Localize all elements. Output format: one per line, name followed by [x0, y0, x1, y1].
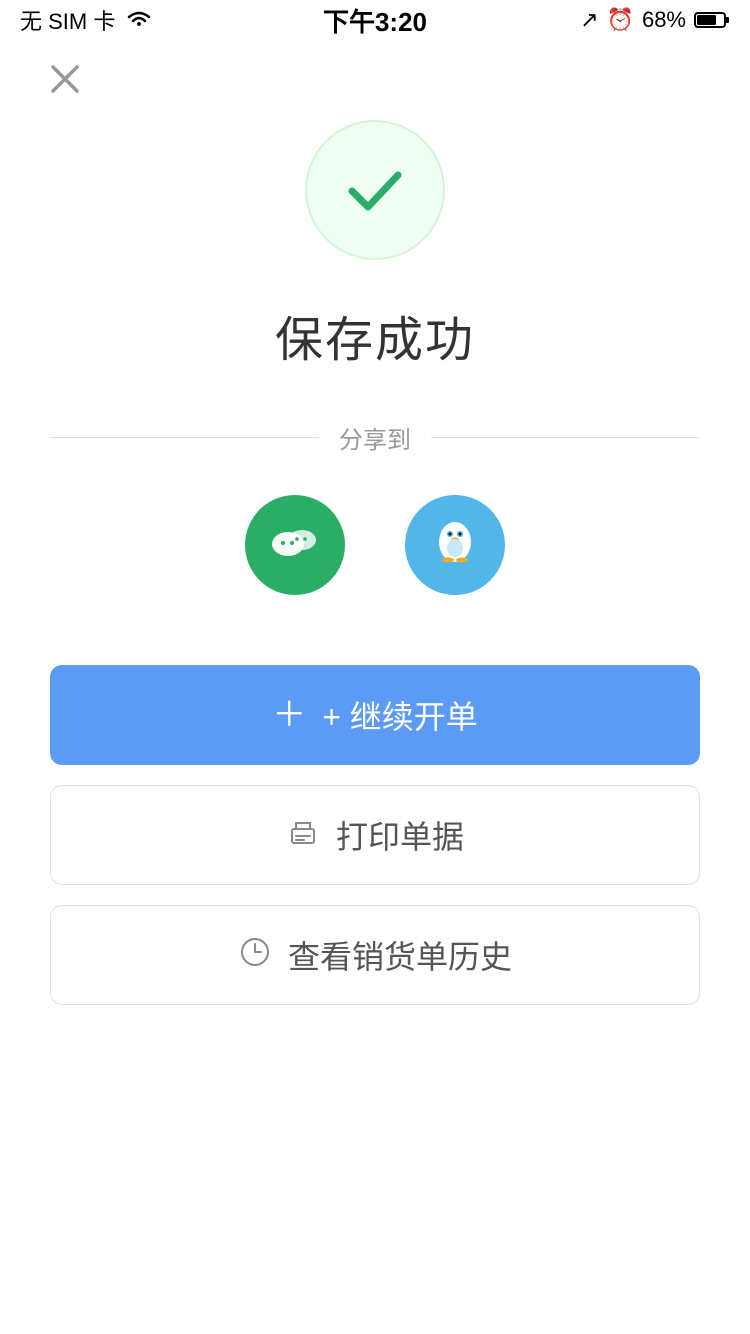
status-left: 无 SIM 卡 — [20, 4, 153, 36]
status-right: ↗ ⏰ 68% — [580, 7, 730, 33]
print-icon — [286, 815, 320, 855]
success-title: 保存成功 — [275, 300, 475, 370]
share-label: 分享到 — [339, 420, 411, 455]
divider-row: 分享到 — [50, 420, 700, 455]
wechat-share-button[interactable] — [245, 495, 345, 595]
battery-label: 68% — [642, 7, 686, 33]
battery-icon — [694, 11, 730, 29]
status-bar: 无 SIM 卡 下午3:20 ↗ ⏰ 68% — [0, 0, 750, 40]
share-icons — [50, 495, 700, 595]
alarm-icon: ⏰ — [607, 7, 634, 33]
status-time: 下午3:20 — [323, 2, 427, 39]
wechat-icon — [266, 516, 324, 574]
print-label: 打印单据 — [336, 812, 464, 858]
print-button[interactable]: 打印单据 — [50, 785, 700, 885]
history-button[interactable]: 查看销货单历史 — [50, 905, 700, 1005]
close-button[interactable] — [40, 54, 90, 104]
printer-svg — [286, 815, 320, 849]
plus-icon: ＋ — [272, 698, 306, 732]
divider-right — [431, 437, 700, 438]
no-sim-label: 无 SIM 卡 — [20, 4, 115, 36]
success-circle — [305, 120, 445, 260]
qq-share-button[interactable] — [405, 495, 505, 595]
close-icon — [47, 61, 83, 97]
qq-icon — [426, 514, 484, 576]
action-buttons: ＋ + 继续开单 打印单据 查看销货单 — [0, 635, 750, 1005]
history-icon — [238, 935, 272, 975]
direction-icon: ↗ — [580, 7, 598, 33]
checkmark-icon — [340, 155, 410, 225]
clock-svg — [238, 935, 272, 969]
continue-label: + 继续开单 — [322, 692, 478, 738]
wifi-icon — [125, 10, 153, 30]
main-content: 保存成功 分享到 — [0, 40, 750, 1005]
share-section: 分享到 — [0, 420, 750, 595]
divider-left — [50, 437, 319, 438]
continue-button[interactable]: ＋ + 继续开单 — [50, 665, 700, 765]
history-label: 查看销货单历史 — [288, 932, 512, 978]
